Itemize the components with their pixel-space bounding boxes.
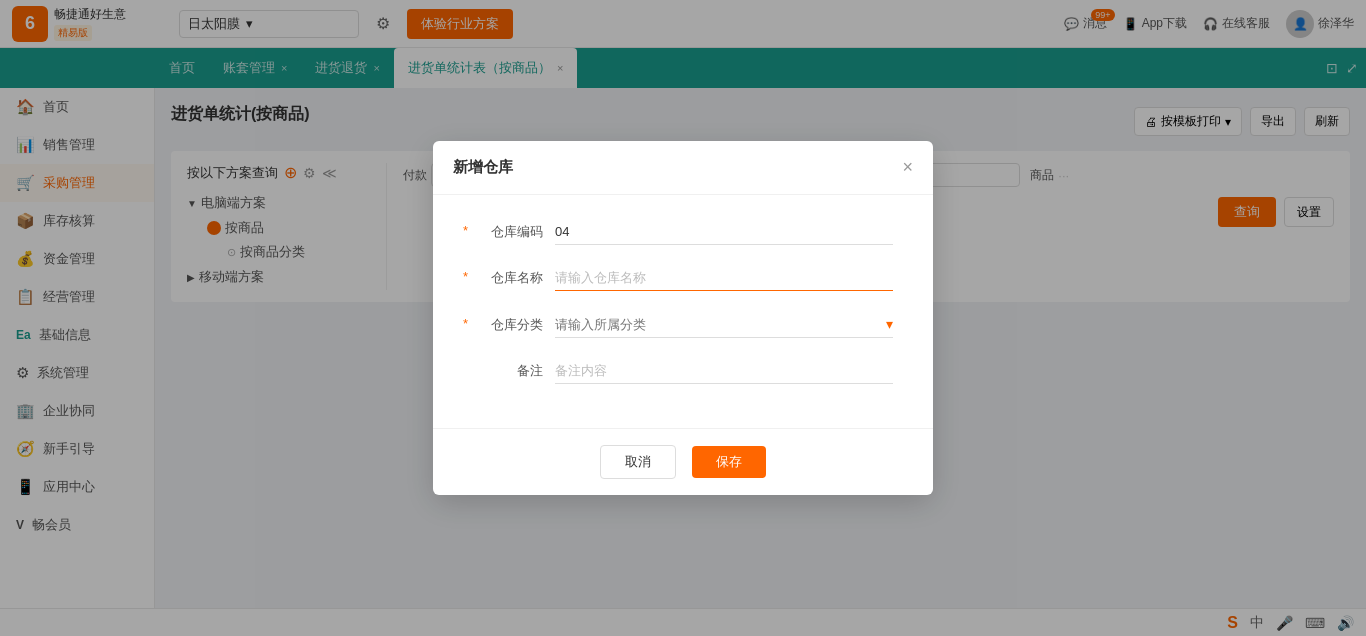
modal-footer: 取消 保存 <box>433 428 933 495</box>
modal-close-button[interactable]: × <box>902 157 913 178</box>
warehouse-code-label: 仓库编码 <box>473 223 543 241</box>
save-button[interactable]: 保存 <box>692 446 766 478</box>
warehouse-remark-row: 备注 <box>473 358 893 384</box>
cancel-button[interactable]: 取消 <box>600 445 676 479</box>
modal-overlay[interactable]: 新增仓库 × 仓库编码 仓库名称 仓库分类 ▾ <box>0 0 1366 636</box>
warehouse-name-label: 仓库名称 <box>473 269 543 287</box>
category-dropdown-icon: ▾ <box>886 316 893 332</box>
warehouse-category-label: 仓库分类 <box>473 316 543 334</box>
warehouse-category-input[interactable] <box>555 317 886 332</box>
modal-body: 仓库编码 仓库名称 仓库分类 ▾ 备注 <box>433 195 933 428</box>
warehouse-remark-label: 备注 <box>473 362 543 380</box>
warehouse-code-input[interactable] <box>555 219 893 245</box>
modal-header: 新增仓库 × <box>433 141 933 195</box>
modal-title: 新增仓库 <box>453 158 513 177</box>
warehouse-name-input[interactable] <box>555 265 893 291</box>
new-warehouse-modal: 新增仓库 × 仓库编码 仓库名称 仓库分类 ▾ <box>433 141 933 495</box>
warehouse-name-row: 仓库名称 <box>473 265 893 291</box>
warehouse-code-row: 仓库编码 <box>473 219 893 245</box>
warehouse-remark-input[interactable] <box>555 358 893 384</box>
warehouse-category-row: 仓库分类 ▾ <box>473 311 893 338</box>
warehouse-category-select-wrap[interactable]: ▾ <box>555 311 893 338</box>
